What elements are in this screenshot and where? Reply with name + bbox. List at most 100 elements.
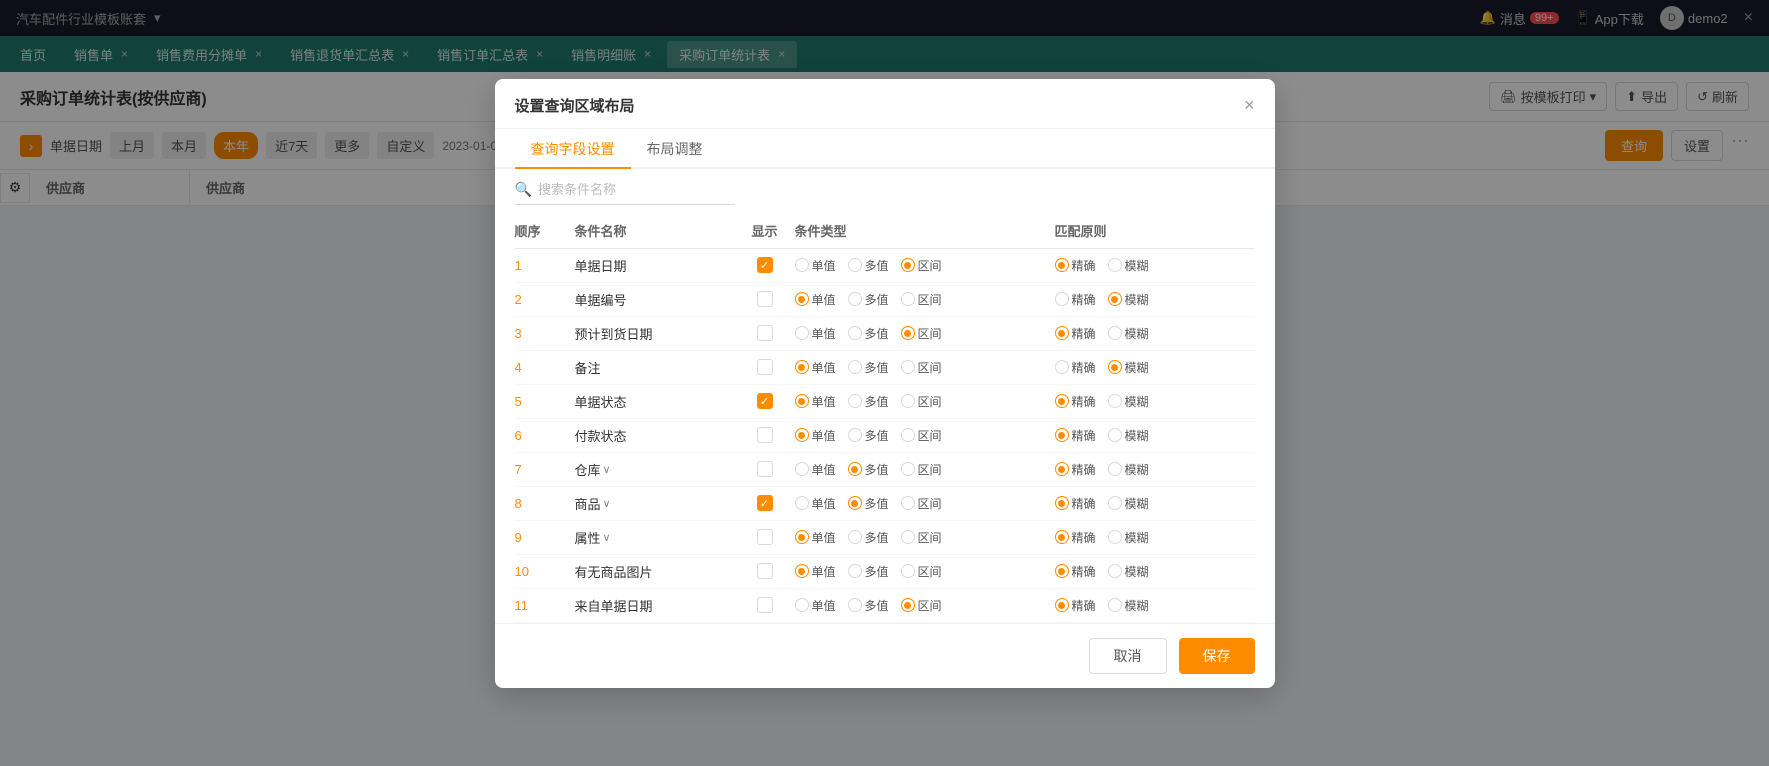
row-condition-name: 属性 ∨ (575, 528, 735, 547)
type-radio-type_multi[interactable]: 多值 (848, 495, 889, 512)
chevron-down-icon: ∨ (603, 497, 611, 510)
conditions-table: 顺序 条件名称 显示 条件类型 匹配原则 1单据日期单值多值区间精确模糊2单据编… (495, 213, 1275, 623)
type-radio-type_range[interactable]: 区间 (901, 325, 942, 342)
type-radio-type_single[interactable]: 单值 (795, 427, 836, 444)
condition-search-input[interactable] (538, 182, 718, 197)
type-radio-type_range[interactable]: 区间 (901, 563, 942, 580)
dialog-close-button[interactable]: × (1244, 96, 1255, 114)
match-radio-match_fuzzy[interactable]: 模糊 (1108, 427, 1149, 444)
type-radio-type_single[interactable]: 单值 (795, 325, 836, 342)
display-checkbox[interactable] (757, 257, 773, 273)
match-radio-match_exact[interactable]: 精确 (1055, 325, 1096, 342)
display-checkbox[interactable] (757, 359, 773, 375)
type-radio-type_multi[interactable]: 多值 (848, 461, 889, 478)
type-radio-type_multi[interactable]: 多值 (848, 257, 889, 274)
display-checkbox[interactable] (757, 393, 773, 409)
match-radio-match_exact[interactable]: 精确 (1055, 495, 1096, 512)
col-type: 条件类型 (795, 221, 1055, 240)
match-radio-match_exact[interactable]: 精确 (1055, 427, 1096, 444)
match-radio-match_exact[interactable]: 精确 (1055, 359, 1096, 376)
display-checkbox[interactable] (757, 325, 773, 341)
type-radio-type_multi[interactable]: 多值 (848, 393, 889, 410)
row-condition-name: 有无商品图片 (575, 562, 735, 581)
match-radio-match_exact[interactable]: 精确 (1055, 393, 1096, 410)
row-condition-name: 仓库 ∨ (575, 460, 735, 479)
match-radio-match_fuzzy[interactable]: 模糊 (1108, 257, 1149, 274)
col-name: 条件名称 (575, 221, 735, 240)
table-row: 8商品 ∨单值多值区间精确模糊 (515, 487, 1255, 521)
save-button[interactable]: 保存 (1179, 638, 1255, 674)
match-radio-match_exact[interactable]: 精确 (1055, 563, 1096, 580)
type-radio-group: 单值多值区间 (795, 359, 942, 376)
type-radio-type_multi[interactable]: 多值 (848, 597, 889, 614)
cancel-button[interactable]: 取消 (1089, 638, 1167, 674)
match-radio-group: 精确模糊 (1055, 597, 1149, 614)
type-radio-type_range[interactable]: 区间 (901, 393, 942, 410)
display-checkbox[interactable] (757, 597, 773, 613)
display-checkbox[interactable] (757, 529, 773, 545)
display-checkbox[interactable] (757, 291, 773, 307)
match-radio-match_fuzzy[interactable]: 模糊 (1108, 461, 1149, 478)
display-checkbox[interactable] (757, 427, 773, 443)
type-radio-group: 单值多值区间 (795, 461, 942, 478)
type-radio-type_single[interactable]: 单值 (795, 257, 836, 274)
match-radio-group: 精确模糊 (1055, 257, 1149, 274)
display-checkbox[interactable] (757, 461, 773, 477)
type-radio-type_range[interactable]: 区间 (901, 291, 942, 308)
type-radio-type_range[interactable]: 区间 (901, 461, 942, 478)
type-radio-type_multi[interactable]: 多值 (848, 359, 889, 376)
match-radio-match_exact[interactable]: 精确 (1055, 257, 1096, 274)
row-order: 4 (515, 360, 575, 375)
type-radio-type_range[interactable]: 区间 (901, 495, 942, 512)
match-radio-match_fuzzy[interactable]: 模糊 (1108, 495, 1149, 512)
search-wrap: 🔍 (515, 181, 735, 205)
type-radio-type_range[interactable]: 区间 (901, 597, 942, 614)
match-radio-match_exact[interactable]: 精确 (1055, 529, 1096, 546)
match-radio-match_fuzzy[interactable]: 模糊 (1108, 563, 1149, 580)
dialog-tab-layout[interactable]: 布局调整 (631, 129, 719, 169)
match-radio-match_fuzzy[interactable]: 模糊 (1108, 325, 1149, 342)
type-radio-type_range[interactable]: 区间 (901, 529, 942, 546)
type-radio-type_single[interactable]: 单值 (795, 461, 836, 478)
type-radio-type_single[interactable]: 单值 (795, 495, 836, 512)
type-radio-type_range[interactable]: 区间 (901, 359, 942, 376)
type-radio-type_multi[interactable]: 多值 (848, 291, 889, 308)
match-radio-match_exact[interactable]: 精确 (1055, 291, 1096, 308)
type-radio-type_multi[interactable]: 多值 (848, 529, 889, 546)
dialog-tabs: 查询字段设置 布局调整 (495, 129, 1275, 169)
row-condition-name: 单据编号 (575, 290, 735, 309)
type-radio-type_single[interactable]: 单值 (795, 597, 836, 614)
type-radio-type_single[interactable]: 单值 (795, 563, 836, 580)
table-row: 11来自单据日期单值多值区间精确模糊 (515, 589, 1255, 623)
match-radio-match_fuzzy[interactable]: 模糊 (1108, 597, 1149, 614)
match-radio-match_fuzzy[interactable]: 模糊 (1108, 359, 1149, 376)
search-icon: 🔍 (515, 181, 532, 198)
display-checkbox[interactable] (757, 495, 773, 511)
table-row: 9属性 ∨单值多值区间精确模糊 (515, 521, 1255, 555)
match-radio-group: 精确模糊 (1055, 325, 1149, 342)
match-radio-match_exact[interactable]: 精确 (1055, 597, 1096, 614)
table-row: 4备注单值多值区间精确模糊 (515, 351, 1255, 385)
match-radio-match_fuzzy[interactable]: 模糊 (1108, 529, 1149, 546)
dialog-tab-query-fields[interactable]: 查询字段设置 (515, 129, 631, 169)
type-radio-type_range[interactable]: 区间 (901, 427, 942, 444)
table-row: 7仓库 ∨单值多值区间精确模糊 (515, 453, 1255, 487)
match-radio-match_fuzzy[interactable]: 模糊 (1108, 393, 1149, 410)
match-radio-match_fuzzy[interactable]: 模糊 (1108, 291, 1149, 308)
type-radio-type_single[interactable]: 单值 (795, 393, 836, 410)
type-radio-type_single[interactable]: 单值 (795, 291, 836, 308)
type-radio-type_multi[interactable]: 多值 (848, 325, 889, 342)
type-radio-group: 单值多值区间 (795, 325, 942, 342)
match-radio-match_exact[interactable]: 精确 (1055, 461, 1096, 478)
row-condition-name: 付款状态 (575, 426, 735, 445)
type-radio-group: 单值多值区间 (795, 257, 942, 274)
type-radio-group: 单值多值区间 (795, 563, 942, 580)
row-order: 5 (515, 394, 575, 409)
display-checkbox[interactable] (757, 563, 773, 579)
type-radio-type_multi[interactable]: 多值 (848, 563, 889, 580)
type-radio-type_multi[interactable]: 多值 (848, 427, 889, 444)
type-radio-type_single[interactable]: 单值 (795, 359, 836, 376)
type-radio-type_single[interactable]: 单值 (795, 529, 836, 546)
table-row: 1单据日期单值多值区间精确模糊 (515, 249, 1255, 283)
type-radio-type_range[interactable]: 区间 (901, 257, 942, 274)
